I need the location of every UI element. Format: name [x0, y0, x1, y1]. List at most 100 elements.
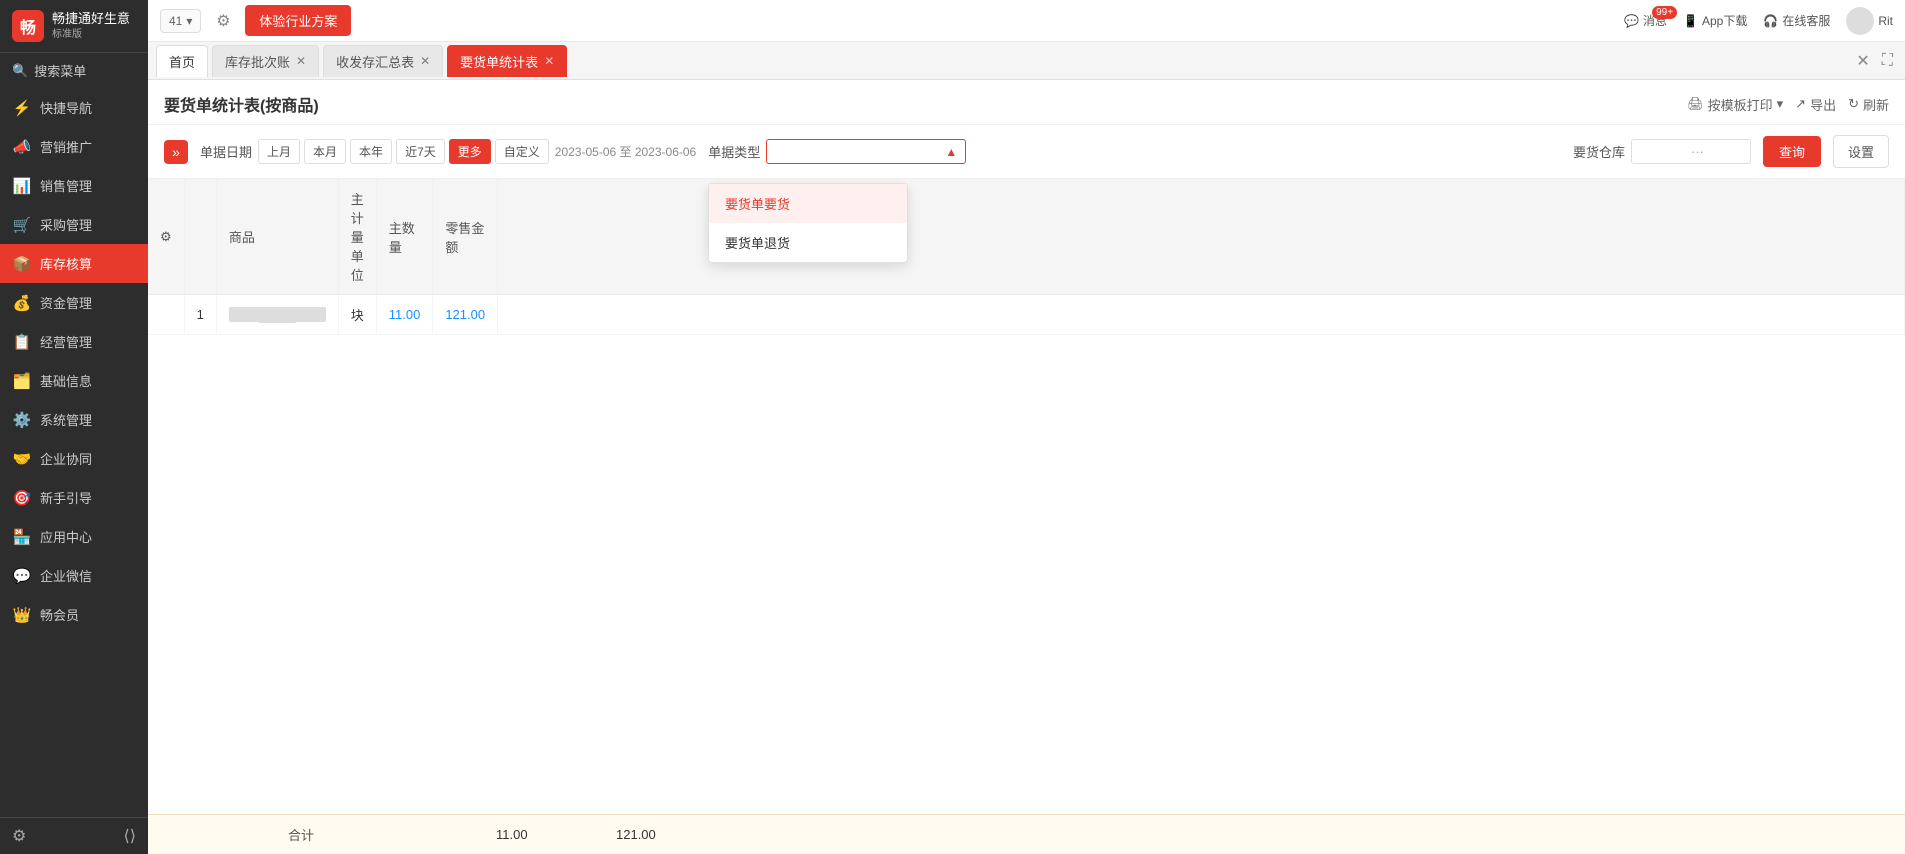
sidebar-item-marketing[interactable]: 📣 营销推广	[0, 127, 148, 166]
date-btn-last-month[interactable]: 上月	[258, 139, 300, 164]
service-icon: 🎧	[1763, 14, 1778, 28]
refresh-label: 刷新	[1863, 95, 1889, 114]
date-range: 2023-05-06 至 2023-06-06	[555, 143, 696, 160]
tab-batch-close[interactable]: ✕	[296, 54, 306, 68]
sidebar-item-quick-nav[interactable]: ⚡ 快捷导航	[0, 88, 148, 127]
tab-maximize-btn[interactable]: ⛶	[1878, 49, 1897, 73]
sidebar-item-label: 销售管理	[40, 176, 92, 195]
topbar: 41 ▾ ⚙ 体验行业方案 💬 消息 99+ 📱 App下载 🎧 在线客服	[148, 0, 1905, 42]
date-btn-more[interactable]: 更多	[449, 139, 491, 164]
app-download-btn[interactable]: 📱 App下载	[1683, 12, 1747, 29]
print-icon: 🖨	[1687, 96, 1704, 112]
user-avatar[interactable]: Rit	[1846, 7, 1893, 35]
cell-extra	[498, 295, 1905, 335]
print-dropdown-icon: ▾	[1777, 96, 1784, 112]
query-btn[interactable]: 查询	[1763, 136, 1821, 167]
sidebar-logo: 畅 畅捷通好生意 标准版	[0, 0, 148, 53]
cell-index: 1	[184, 295, 216, 335]
sidebar-item-enterprise[interactable]: 🤝 企业协同	[0, 439, 148, 478]
date-filter-label: 单据日期	[200, 142, 252, 161]
table-row: 1 ████ 块 11.00 121.00	[148, 295, 1905, 335]
sales-icon: 📊	[12, 177, 32, 195]
date-btn-custom[interactable]: 自定义	[495, 139, 549, 164]
content-area: 要货单统计表(按商品) 🖨 按模板打印 ▾ ↗ 导出 ↻ 刷新	[148, 80, 1905, 854]
qty-link[interactable]: 11.00	[389, 307, 421, 322]
settings-filter-btn[interactable]: 设置	[1833, 135, 1889, 168]
search-label: 搜索菜单	[34, 61, 86, 80]
cell-amount: 121.00	[433, 295, 498, 335]
warehouse-filter-group: 要货仓库 ···	[1573, 139, 1751, 164]
topbar-settings-btn[interactable]: ⚙	[209, 7, 237, 35]
export-btn[interactable]: ↗ 导出	[1795, 95, 1836, 114]
sidebar-item-sales[interactable]: 📊 销售管理	[0, 166, 148, 205]
sidebar-item-operation[interactable]: 📋 经营管理	[0, 322, 148, 361]
sidebar-collapse-btn[interactable]: ⟨⟩	[124, 826, 136, 846]
expand-icon: »	[172, 144, 180, 160]
sidebar-item-label: 库存核算	[40, 254, 92, 273]
table-footer: 合计 11.00 121.00	[148, 814, 1905, 854]
sidebar-item-member[interactable]: 👑 畅会员	[0, 595, 148, 634]
tab-home[interactable]: 首页	[156, 45, 208, 77]
date-filter-group: 单据日期 上月 本月 本年 近7天 更多 自定义 2023-05-06 至 20…	[200, 139, 696, 164]
sidebar-nav: ⚡ 快捷导航 📣 营销推广 📊 销售管理 🛒 采购管理 📦 库存核算 💰 资金管…	[0, 88, 148, 817]
print-btn[interactable]: 🖨 按模板打印 ▾	[1687, 95, 1783, 114]
sidebar-item-basic[interactable]: 🗂️ 基础信息	[0, 361, 148, 400]
store-selector[interactable]: 41 ▾	[160, 9, 201, 33]
date-btn-last-7days[interactable]: 近7天	[396, 139, 445, 164]
purchase-icon: 🛒	[12, 216, 32, 234]
date-btn-this-year[interactable]: 本年	[350, 139, 392, 164]
guide-icon: 🎯	[12, 489, 32, 507]
filter-expand-btn[interactable]: »	[164, 140, 188, 164]
sidebar-item-label: 企业微信	[40, 566, 92, 585]
warehouse-select[interactable]: ···	[1631, 139, 1751, 164]
cell-qty: 11.00	[376, 295, 433, 335]
main-area: 41 ▾ ⚙ 体验行业方案 💬 消息 99+ 📱 App下载 🎧 在线客服	[148, 0, 1905, 854]
sidebar-item-purchase[interactable]: 🛒 采购管理	[0, 205, 148, 244]
type-input[interactable]	[775, 144, 945, 159]
store-dropdown-icon: ▾	[186, 14, 192, 28]
tab-order-stat[interactable]: 要货单统计表 ✕	[447, 45, 567, 77]
sidebar-item-appstore[interactable]: 🏪 应用中心	[0, 517, 148, 556]
tab-order-stat-close[interactable]: ✕	[544, 54, 554, 68]
date-btn-this-month[interactable]: 本月	[304, 139, 346, 164]
amount-link[interactable]: 121.00	[445, 307, 485, 322]
logo-title: 畅捷通好生意	[52, 11, 130, 28]
refresh-btn[interactable]: ↻ 刷新	[1848, 95, 1889, 114]
sidebar-item-label: 快捷导航	[40, 98, 92, 117]
type-filter-group: 单据类型 ▲	[708, 139, 1561, 164]
system-icon: ⚙️	[12, 411, 32, 429]
refresh-icon: ↻	[1848, 96, 1859, 112]
page-actions: 🖨 按模板打印 ▾ ↗ 导出 ↻ 刷新	[1687, 95, 1889, 114]
sidebar-search[interactable]: 🔍 搜索菜单	[0, 53, 148, 88]
warehouse-more-btn[interactable]: ···	[1691, 144, 1742, 159]
sidebar-settings-btn[interactable]: ⚙	[12, 826, 26, 846]
tab-inout-close[interactable]: ✕	[420, 54, 430, 68]
data-table: ⚙ 商品 主计量单位 主数量 零售金额 1 ████	[148, 179, 1905, 335]
dropdown-item-tuihuo[interactable]: 要货单退货	[709, 223, 907, 262]
messages-badge: 99+	[1652, 6, 1677, 19]
type-select[interactable]: ▲	[766, 139, 966, 164]
avatar	[1846, 7, 1874, 35]
col-settings[interactable]: ⚙	[148, 179, 184, 295]
sidebar-item-system[interactable]: ⚙️ 系统管理	[0, 400, 148, 439]
footer-qty: 11.00	[496, 827, 596, 842]
sidebar-item-inventory[interactable]: 📦 库存核算	[0, 244, 148, 283]
trial-btn[interactable]: 体验行业方案	[245, 5, 351, 36]
sidebar-item-guide[interactable]: 🎯 新手引导	[0, 478, 148, 517]
appstore-icon: 🏪	[12, 528, 32, 546]
dropdown-item-yaohuo[interactable]: 要货单要货	[709, 184, 907, 223]
sidebar-item-label: 资金管理	[40, 293, 92, 312]
store-number: 41	[169, 14, 182, 28]
sidebar-item-wechat[interactable]: 💬 企业微信	[0, 556, 148, 595]
sidebar-item-finance[interactable]: 💰 资金管理	[0, 283, 148, 322]
online-service-btn[interactable]: 🎧 在线客服	[1763, 12, 1830, 29]
messages-btn[interactable]: 💬 消息 99+	[1624, 12, 1667, 29]
topbar-left: 41 ▾ ⚙ 体验行业方案	[160, 5, 1612, 36]
tab-batch[interactable]: 库存批次账 ✕	[212, 45, 319, 77]
logo-subtitle: 标准版	[52, 28, 130, 41]
topbar-right: 💬 消息 99+ 📱 App下载 🎧 在线客服 Rit	[1624, 7, 1893, 35]
quick-nav-icon: ⚡	[12, 99, 32, 117]
tab-inout[interactable]: 收发存汇总表 ✕	[323, 45, 443, 77]
tab-close-all-btn[interactable]: ✕	[1852, 49, 1873, 73]
wechat-icon: 💬	[12, 567, 32, 585]
